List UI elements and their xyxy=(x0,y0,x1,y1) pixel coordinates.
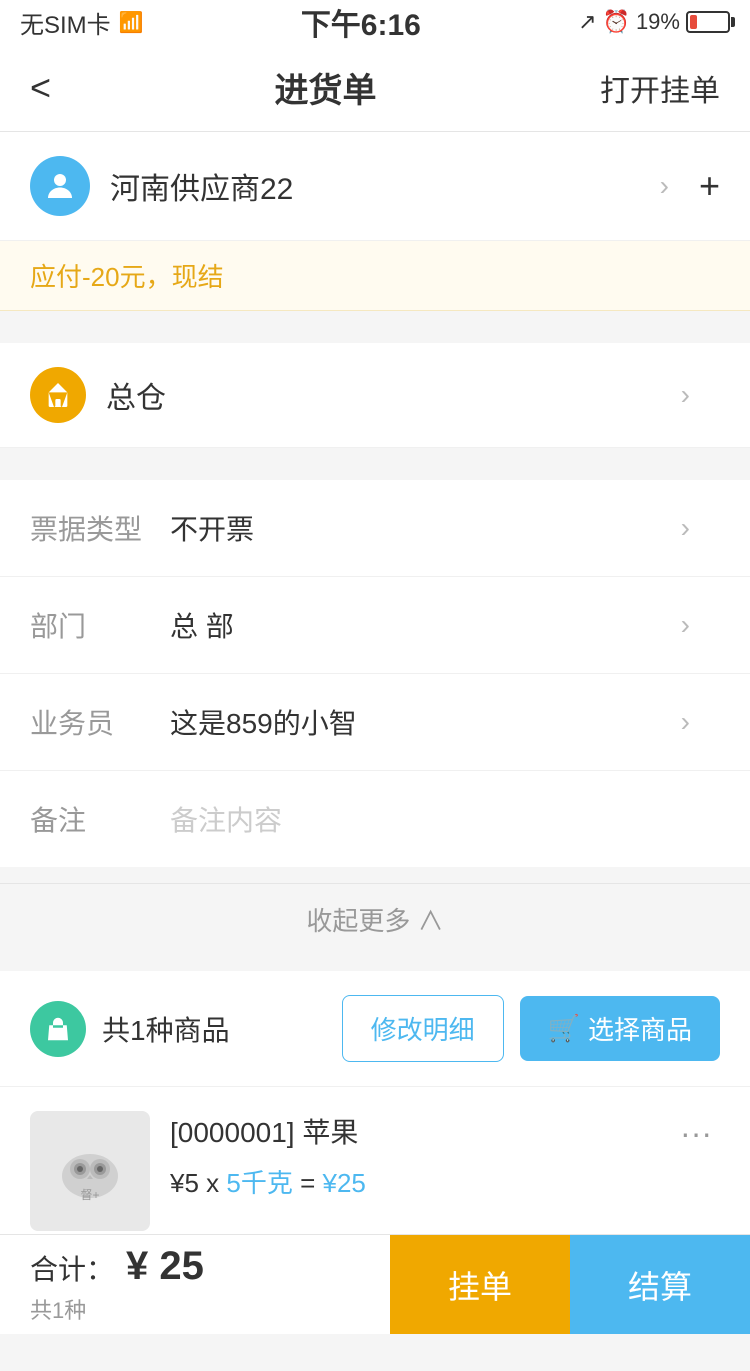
svg-text:督+: 督+ xyxy=(80,1187,99,1202)
status-time: 下午6:16 xyxy=(301,0,421,44)
page-title: 进货单 xyxy=(275,63,377,112)
notice-bar: 应付-20元，现结 xyxy=(0,241,750,311)
product-code: [0000001] xyxy=(170,1117,302,1148)
wifi-icon: 📶 xyxy=(119,10,144,35)
supplier-row[interactable]: 河南供应商22 › + xyxy=(0,132,750,241)
chevron-right-icon-4: › xyxy=(681,609,690,641)
divider-1 xyxy=(0,327,750,343)
warehouse-icon xyxy=(30,367,86,423)
warehouse-name: 总仓 xyxy=(106,373,681,417)
battery-percent: 19% xyxy=(636,9,680,35)
pending-label: 挂单 xyxy=(448,1262,512,1308)
battery-fill xyxy=(690,15,697,29)
salesman-row[interactable]: 业务员 这是859的小智 › xyxy=(0,674,750,771)
edit-detail-button[interactable]: 修改明细 xyxy=(342,995,504,1062)
product-bag-icon xyxy=(30,1001,86,1057)
status-bar: 无SIM卡 📶 下午6:16 ↗ ⏰ 19% xyxy=(0,0,750,44)
location-icon: ↗ xyxy=(578,9,596,35)
remark-value: 备注内容 xyxy=(170,799,720,839)
status-left: 无SIM卡 📶 xyxy=(20,5,144,40)
settle-label: 结算 xyxy=(628,1262,692,1308)
battery-icon xyxy=(686,11,730,33)
user-icon xyxy=(42,168,78,204)
total-label: 合计： xyxy=(30,1248,114,1288)
back-button[interactable]: < xyxy=(30,67,51,109)
alarm-icon: ⏰ xyxy=(603,9,630,35)
product-name: [0000001] 苹果 xyxy=(170,1111,672,1151)
supplier-name: 河南供应商22 xyxy=(110,164,660,208)
chevron-right-icon-5: › xyxy=(681,706,690,738)
warehouse-row[interactable]: 总仓 › xyxy=(0,343,750,448)
product-price: ¥5 x 5千克 = ¥25 xyxy=(170,1163,672,1200)
salesman-value: 这是859的小智 xyxy=(170,702,681,742)
remark-label: 备注 xyxy=(30,799,170,839)
product-item: 督+ [0000001] 苹果 ¥5 x 5千克 = ¥25 ··· xyxy=(0,1087,750,1255)
invoice-label: 票据类型 xyxy=(30,508,170,548)
warehouse-section: 总仓 › xyxy=(0,343,750,448)
department-row[interactable]: 部门 总 部 › xyxy=(0,577,750,674)
product-section: 共1种商品 修改明细 🛒 选择商品 督+ [0000001] xyxy=(0,971,750,1255)
total-price: ¥25 xyxy=(323,1168,366,1198)
footer-total: 合计： ¥ 25 共1种 xyxy=(0,1235,390,1334)
invoice-row[interactable]: 票据类型 不开票 › xyxy=(0,480,750,577)
house-icon xyxy=(42,379,74,411)
add-button[interactable]: + xyxy=(699,165,720,207)
product-count: 共1种商品 xyxy=(102,1009,342,1049)
department-label: 部门 xyxy=(30,605,170,645)
carrier-text: 无SIM卡 xyxy=(20,5,111,40)
product-thumbnail: 督+ xyxy=(30,1111,150,1231)
collapse-text: 收起更多 ∧ xyxy=(306,901,443,938)
chevron-right-icon: › xyxy=(660,170,669,202)
unit-price: ¥5 x xyxy=(170,1168,226,1198)
pending-button[interactable]: 挂单 xyxy=(390,1235,570,1334)
department-value: 总 部 xyxy=(170,605,681,645)
select-product-button[interactable]: 🛒 选择商品 xyxy=(520,996,720,1061)
equals: = xyxy=(300,1168,322,1198)
remark-row[interactable]: 备注 备注内容 xyxy=(0,771,750,867)
product-header: 共1种商品 修改明细 🛒 选择商品 xyxy=(0,971,750,1087)
salesman-label: 业务员 xyxy=(30,702,170,742)
total-amount: ¥ 25 xyxy=(126,1244,204,1289)
chevron-right-icon-2: › xyxy=(681,379,690,411)
owl-logo: 督+ xyxy=(50,1131,130,1211)
total-row: 合计： ¥ 25 xyxy=(30,1244,360,1289)
divider-2 xyxy=(0,464,750,480)
supplier-section: 河南供应商22 › + 应付-20元，现结 xyxy=(0,132,750,311)
nav-bar: < 进货单 打开挂单 xyxy=(0,44,750,132)
collapse-bar[interactable]: 收起更多 ∧ xyxy=(0,883,750,955)
total-sub: 共1种 xyxy=(30,1293,360,1325)
invoice-value: 不开票 xyxy=(170,508,681,548)
fields-section: 票据类型 不开票 › 部门 总 部 › 业务员 这是859的小智 › 备注 备注… xyxy=(0,480,750,867)
supplier-avatar xyxy=(30,156,90,216)
footer: 合计： ¥ 25 共1种 挂单 结算 xyxy=(0,1234,750,1334)
status-right: ↗ ⏰ 19% xyxy=(578,9,730,35)
bag-icon xyxy=(43,1014,73,1044)
open-pending-button[interactable]: 打开挂单 xyxy=(600,66,720,110)
notice-text: 应付-20元，现结 xyxy=(30,262,224,292)
product-title: 苹果 xyxy=(302,1117,358,1148)
cart-icon: 🛒 xyxy=(548,1013,580,1044)
more-button[interactable]: ··· xyxy=(672,1111,720,1156)
settle-button[interactable]: 结算 xyxy=(570,1235,750,1334)
product-info: [0000001] 苹果 ¥5 x 5千克 = ¥25 xyxy=(170,1111,672,1200)
divider-3 xyxy=(0,955,750,971)
select-product-label: 选择商品 xyxy=(588,1010,692,1047)
quantity: 5千克 xyxy=(226,1168,292,1198)
chevron-right-icon-3: › xyxy=(681,512,690,544)
